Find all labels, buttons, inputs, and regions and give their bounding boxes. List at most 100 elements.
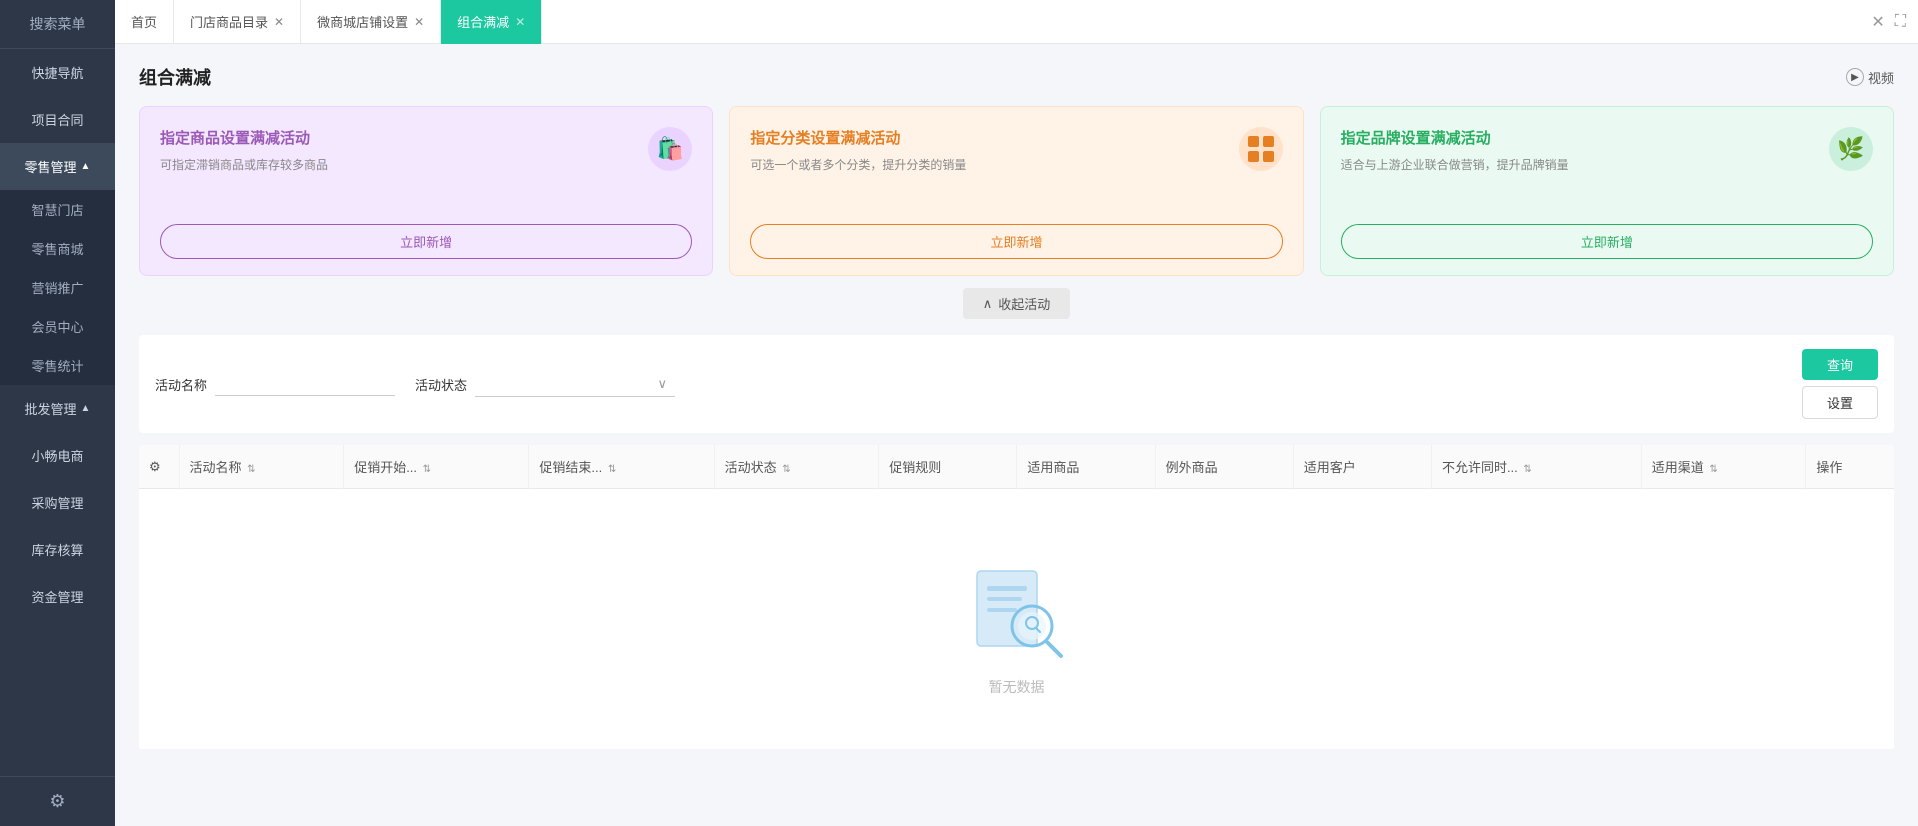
sidebar-item-retail-mall[interactable]: 零售商城: [0, 229, 115, 268]
filter-bar: 活动名称 活动状态 ∨ 查询 设置: [139, 335, 1894, 433]
filter-name-input[interactable]: [215, 372, 395, 396]
sidebar-search[interactable]: 搜索菜单: [0, 0, 115, 49]
th-start-label: 促销开始...: [354, 460, 417, 475]
sort-icon[interactable]: ⇅: [782, 464, 790, 475]
sidebar-item-smart-store[interactable]: 智慧门店: [0, 190, 115, 229]
sidebar-item-wholesale-mgmt[interactable]: 批发管理 ▲: [0, 385, 115, 432]
th-action: 操作: [1806, 445, 1894, 489]
video-label: 视频: [1868, 68, 1894, 87]
th-end: 促销结束... ⇅: [529, 445, 714, 489]
sort-icon[interactable]: ⇅: [1523, 464, 1531, 475]
card-category-desc: 可选一个或者多个分类，提升分类的销量: [750, 156, 1282, 208]
main-area: 首页 门店商品目录 ✕ 微商城店铺设置 ✕ 组合满减 ✕ ✕ ⛶ 组合满减 ▶ …: [115, 0, 1918, 826]
filter-status-select[interactable]: ∨: [475, 372, 675, 397]
sort-icon[interactable]: ⇅: [1709, 464, 1717, 475]
tab-micro-store-label: 微商城店铺设置: [317, 12, 408, 31]
cards-section: 指定商品设置满减活动 🛍️ 可指定滞销商品或库存较多商品 立即新增 指定分类设置…: [139, 106, 1894, 276]
sidebar-item-member-center[interactable]: 会员中心: [0, 307, 115, 346]
sidebar-item-purchase-mgmt[interactable]: 采购管理: [0, 479, 115, 526]
th-no-stack-label: 不允许同时...: [1442, 460, 1518, 475]
th-start: 促销开始... ⇅: [344, 445, 529, 489]
th-end-label: 促销结束...: [539, 460, 602, 475]
th-settings[interactable]: ⚙: [139, 445, 179, 489]
table-wrap: ⚙ 活动名称 ⇅ 促销开始... ⇅ 促销结束... ⇅: [139, 445, 1894, 750]
collapse-label: 收起活动: [998, 294, 1050, 313]
tab-home[interactable]: 首页: [115, 0, 174, 44]
sidebar-item-quick-nav[interactable]: 快捷导航: [0, 49, 115, 96]
card-brand-desc: 适合与上游企业联合做营销，提升品牌销量: [1341, 156, 1873, 208]
sort-icon[interactable]: ⇅: [608, 464, 616, 475]
tab-combo-discount-label: 组合满减: [457, 12, 509, 31]
page-header: 组合满减 ▶ 视频: [139, 64, 1894, 90]
card-product-desc: 可指定滞销商品或库存较多商品: [160, 156, 692, 208]
play-icon: ▶: [1846, 68, 1864, 86]
sidebar-item-inventory[interactable]: 库存核算: [0, 526, 115, 573]
query-button[interactable]: 查询: [1802, 349, 1878, 380]
close-icon[interactable]: ✕: [274, 15, 284, 29]
category-icon: [1239, 127, 1283, 171]
tab-micro-store-settings[interactable]: 微商城店铺设置 ✕: [301, 0, 441, 44]
filter-status-group: 活动状态 ∨: [415, 372, 675, 397]
close-icon[interactable]: ✕: [515, 15, 525, 29]
settings-icon[interactable]: ⚙: [49, 791, 65, 812]
chevron-up-icon: ▲: [81, 161, 91, 172]
chevron-down-icon: ∨: [658, 376, 668, 392]
sidebar-item-retail-stats[interactable]: 零售统计: [0, 346, 115, 385]
video-link[interactable]: ▶ 视频: [1846, 68, 1894, 87]
chevron-down-icon: ▲: [81, 403, 91, 414]
th-channel-label: 适用渠道: [1652, 460, 1704, 475]
sort-icon[interactable]: ⇅: [423, 464, 431, 475]
page-title: 组合满减: [139, 64, 211, 90]
tab-home-label: 首页: [131, 12, 157, 31]
th-goods: 适用商品: [1017, 445, 1155, 489]
filter-name-label: 活动名称: [155, 375, 207, 394]
card-category-title: 指定分类设置满减活动: [750, 127, 1282, 148]
shopping-bag-icon: 🛍️: [648, 127, 692, 171]
chevron-up-icon: ∧: [983, 296, 993, 312]
tabs-bar: 首页 门店商品目录 ✕ 微商城店铺设置 ✕ 组合满减 ✕ ✕ ⛶: [115, 0, 1918, 44]
card-product-title: 指定商品设置满减活动: [160, 127, 692, 148]
leaf-icon: 🌿: [1829, 127, 1873, 171]
maximize-window-button[interactable]: ⛶: [1895, 13, 1906, 31]
th-except-goods: 例外商品: [1155, 445, 1293, 489]
sidebar-item-marketing[interactable]: 营销推广: [0, 268, 115, 307]
card-brand-discount: 指定品牌设置满减活动 🌿 适合与上游企业联合做营销，提升品牌销量 立即新增: [1320, 106, 1894, 276]
sidebar-item-retail-mgmt[interactable]: 零售管理 ▲: [0, 143, 115, 190]
card-brand-title: 指定品牌设置满减活动: [1341, 127, 1873, 148]
sidebar-bottom: ⚙: [0, 776, 115, 826]
sidebar-item-project-contract[interactable]: 项目合同: [0, 96, 115, 143]
th-no-stack: 不允许同时... ⇅: [1431, 445, 1641, 489]
card-category-discount: 指定分类设置满减活动 可选一个或者多个分类，提升分类的销量 立即新增: [729, 106, 1303, 276]
card-category-add-button[interactable]: 立即新增: [750, 224, 1282, 259]
sidebar-item-finance-mgmt[interactable]: 资金管理: [0, 573, 115, 620]
close-window-button[interactable]: ✕: [1871, 12, 1884, 32]
filter-status-label: 活动状态: [415, 375, 467, 394]
sidebar: 搜索菜单 快捷导航 项目合同 零售管理 ▲ 智慧门店 零售商城 营销推广 会员中…: [0, 0, 115, 826]
th-status: 活动状态 ⇅: [714, 445, 879, 489]
th-name-label: 活动名称: [190, 460, 242, 475]
settings-button[interactable]: 设置: [1802, 386, 1878, 419]
th-rule: 促销规则: [879, 445, 1017, 489]
table-body: 暂无数据: [139, 489, 1894, 750]
sidebar-item-xiaochang[interactable]: 小畅电商: [0, 432, 115, 479]
gear-icon: ⚙: [149, 459, 161, 474]
empty-illustration: [957, 561, 1077, 661]
tab-store-catalog[interactable]: 门店商品目录 ✕: [174, 0, 301, 44]
close-icon[interactable]: ✕: [414, 15, 424, 29]
page-content: 组合满减 ▶ 视频 指定商品设置满减活动 🛍️ 可指定滞销商品或库存较多商品 立…: [115, 44, 1918, 826]
data-table: ⚙ 活动名称 ⇅ 促销开始... ⇅ 促销结束... ⇅: [139, 445, 1894, 750]
th-name: 活动名称 ⇅: [179, 445, 344, 489]
empty-text: 暂无数据: [149, 677, 1884, 697]
sidebar-retail-submenu: 智慧门店 零售商城 营销推广 会员中心 零售统计: [0, 190, 115, 385]
collapse-bar: ∧ 收起活动: [139, 288, 1894, 319]
th-customer: 适用客户: [1293, 445, 1431, 489]
filter-name-group: 活动名称: [155, 372, 395, 396]
card-brand-add-button[interactable]: 立即新增: [1341, 224, 1873, 259]
empty-state: 暂无数据: [149, 501, 1884, 737]
th-channel: 适用渠道 ⇅: [1641, 445, 1806, 489]
tab-combo-discount[interactable]: 组合满减 ✕: [441, 0, 542, 44]
card-product-add-button[interactable]: 立即新增: [160, 224, 692, 259]
sort-icon[interactable]: ⇅: [247, 464, 255, 475]
th-status-label: 活动状态: [725, 460, 777, 475]
collapse-button[interactable]: ∧ 收起活动: [963, 288, 1071, 319]
